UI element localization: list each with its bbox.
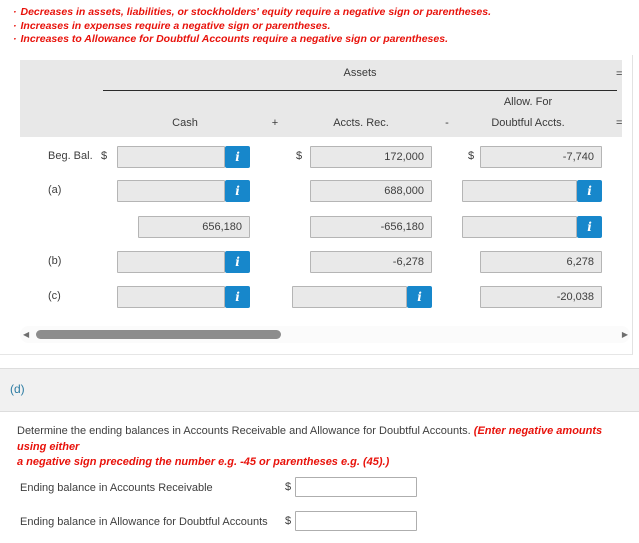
dollar-sign: $ bbox=[285, 515, 292, 527]
info-button[interactable]: i bbox=[225, 146, 250, 168]
worksheet-header: Assets = Allow. For Cash + Accts. Rec. -… bbox=[20, 60, 622, 137]
ar-c-input[interactable] bbox=[292, 286, 407, 308]
cell-a-cash: i bbox=[117, 180, 250, 202]
allow-c-value bbox=[480, 286, 602, 308]
cell-a2-allow: i bbox=[462, 216, 602, 238]
cell-a-allow: i bbox=[462, 180, 602, 202]
cell-c-allow bbox=[480, 286, 602, 308]
scroll-left-icon[interactable]: ◀ bbox=[23, 330, 29, 339]
column-header-allowance-line1: Allow. For bbox=[503, 96, 553, 108]
column-header-allowance-line2: Doubtful Accts. bbox=[491, 117, 565, 129]
dollar-sign: $ bbox=[285, 481, 292, 493]
info-button[interactable]: i bbox=[225, 180, 250, 202]
answer-label-allowance: Ending balance in Allowance for Doubtful… bbox=[20, 516, 268, 528]
equals-sign-clipped: = bbox=[616, 117, 622, 129]
section-d-label: (d) bbox=[10, 382, 25, 396]
scrollbar-thumb[interactable] bbox=[36, 330, 281, 339]
instruction-text: Increases to Allowance for Doubtful Acco… bbox=[20, 33, 449, 45]
horizontal-scrollbar[interactable]: ◀ ▶ bbox=[20, 326, 630, 343]
prompt-note-line2: a negative sign preceding the number e.g… bbox=[17, 456, 390, 468]
allow-a-input[interactable] bbox=[462, 180, 577, 202]
allow-a2-input[interactable] bbox=[462, 216, 577, 238]
instruction-list: · Decreases in assets, liabilities, or st… bbox=[13, 6, 633, 47]
ending-balance-allowance-input[interactable] bbox=[295, 511, 417, 531]
prompt-text: Determine the ending balances in Account… bbox=[17, 425, 474, 437]
ar-a2-value bbox=[310, 216, 432, 238]
instruction-line: · Increases to Allowance for Doubtful Acc… bbox=[13, 33, 633, 47]
equals-sign-clipped: = bbox=[616, 68, 622, 80]
allow-b-value bbox=[480, 251, 602, 273]
column-header-accts-rec: Accts. Rec. bbox=[333, 117, 389, 129]
instruction-line: · Increases in expenses require a negativ… bbox=[13, 20, 633, 34]
cell-b-ar bbox=[310, 251, 432, 273]
cash-b-input[interactable] bbox=[117, 251, 225, 273]
cell-b-cash: i bbox=[117, 251, 250, 273]
part-d-prompt: Determine the ending balances in Account… bbox=[17, 424, 629, 471]
info-button[interactable]: i bbox=[225, 286, 250, 308]
assets-underline bbox=[103, 90, 617, 91]
instruction-line: · Decreases in assets, liabilities, or st… bbox=[13, 6, 633, 20]
allow-beg-bal-value bbox=[480, 146, 602, 168]
info-button[interactable]: i bbox=[225, 251, 250, 273]
worksheet-panel: Assets = Allow. For Cash + Accts. Rec. -… bbox=[0, 55, 633, 355]
cell-a-ar bbox=[310, 180, 432, 202]
scroll-right-icon[interactable]: ▶ bbox=[622, 330, 628, 339]
cash-a-input[interactable] bbox=[117, 180, 225, 202]
cell-c-ar: i bbox=[292, 286, 432, 308]
cell-beg-bal-allow bbox=[480, 146, 602, 168]
assets-group-header: Assets bbox=[343, 67, 377, 79]
cash-beg-bal-input[interactable] bbox=[117, 146, 225, 168]
column-header-cash: Cash bbox=[172, 117, 198, 129]
ar-a-value bbox=[310, 180, 432, 202]
bullet-icon: · bbox=[13, 6, 17, 18]
info-button[interactable]: i bbox=[407, 286, 432, 308]
info-button[interactable]: i bbox=[577, 216, 602, 238]
cash-a2-value bbox=[138, 216, 250, 238]
row-label-c: (c) bbox=[48, 290, 61, 302]
ending-balance-ar-input[interactable] bbox=[295, 477, 417, 497]
row-label-beg-bal: Beg. Bal. bbox=[48, 150, 93, 162]
instruction-text: Increases in expenses require a negative… bbox=[20, 19, 331, 32]
cell-a2-ar bbox=[310, 216, 432, 238]
row-label-b: (b) bbox=[48, 255, 62, 267]
dollar-sign: $ bbox=[468, 150, 475, 162]
bullet-icon: · bbox=[13, 19, 17, 32]
instruction-text: Decreases in assets, liabilities, or sto… bbox=[20, 6, 492, 18]
ar-b-value bbox=[310, 251, 432, 273]
cell-b-allow bbox=[480, 251, 602, 273]
cash-c-input[interactable] bbox=[117, 286, 225, 308]
cell-a2-cash bbox=[138, 216, 250, 238]
dollar-sign: $ bbox=[101, 150, 108, 162]
bullet-icon: · bbox=[13, 33, 17, 45]
section-d-band: (d) bbox=[0, 368, 639, 412]
answer-label-ar: Ending balance in Accounts Receivable bbox=[20, 482, 213, 494]
homework-page: · Decreases in assets, liabilities, or st… bbox=[0, 0, 639, 543]
cell-beg-bal-cash: i bbox=[117, 146, 250, 168]
dollar-sign: $ bbox=[296, 150, 303, 162]
cell-c-cash: i bbox=[117, 286, 250, 308]
row-label-a: (a) bbox=[48, 184, 62, 196]
plus-separator: + bbox=[271, 117, 279, 129]
info-button[interactable]: i bbox=[577, 180, 602, 202]
ar-beg-bal-value bbox=[310, 146, 432, 168]
cell-beg-bal-ar bbox=[310, 146, 432, 168]
